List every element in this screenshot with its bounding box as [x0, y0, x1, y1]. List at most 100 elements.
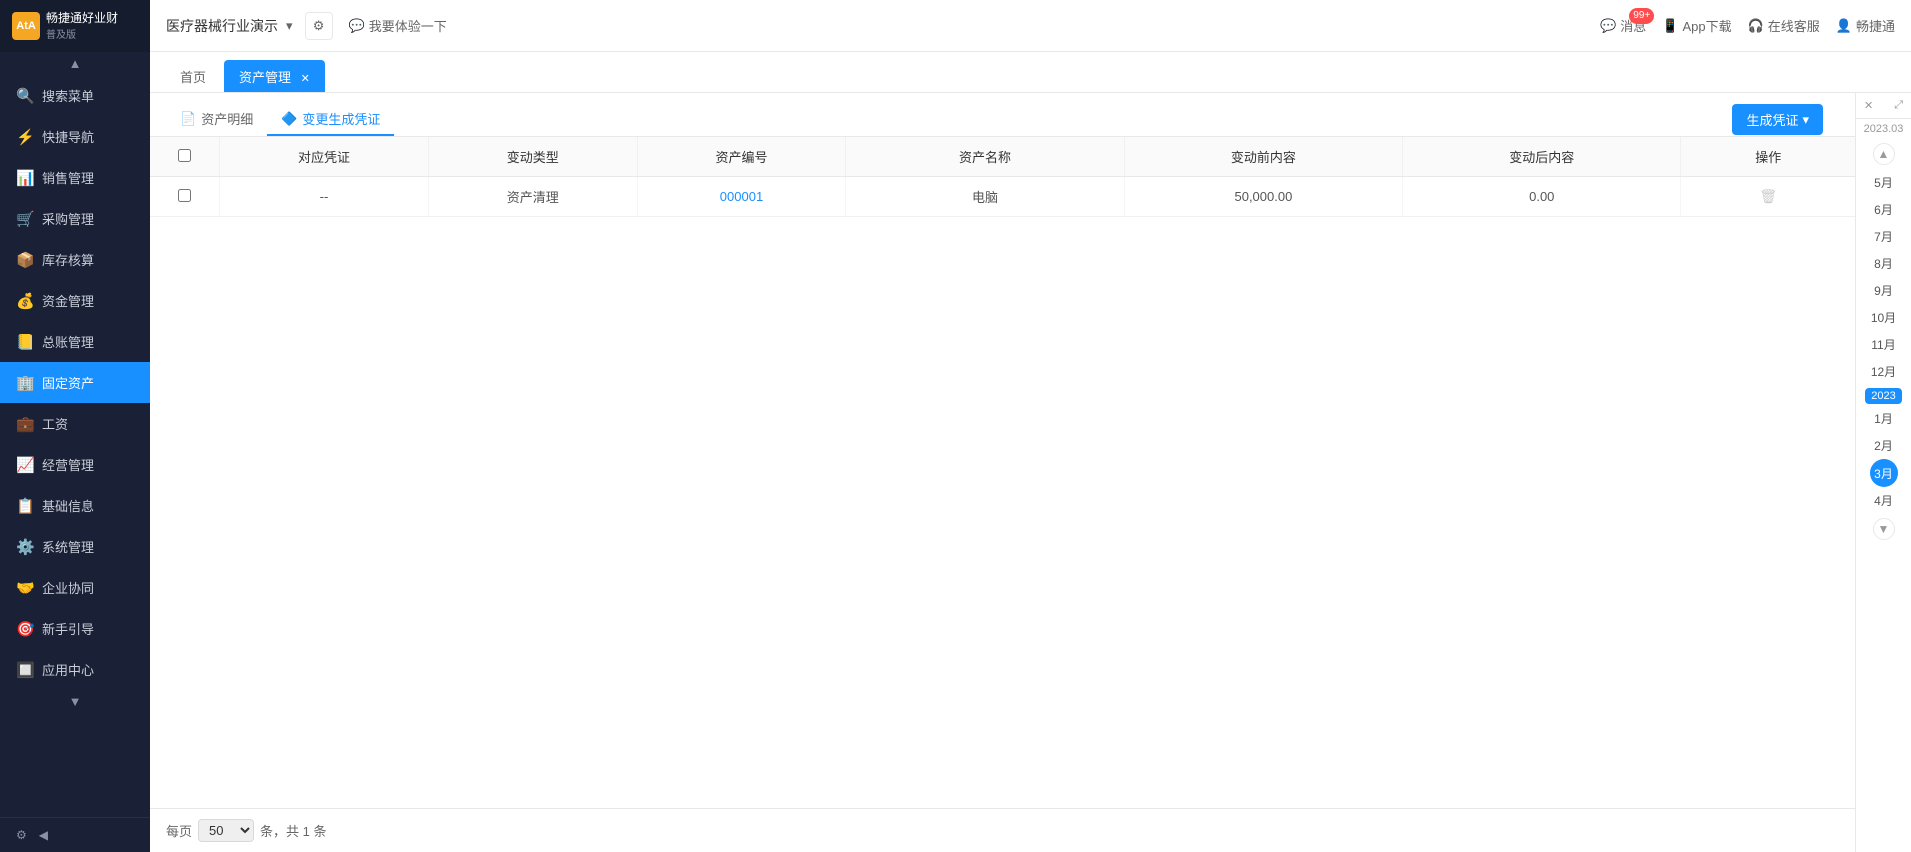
sidebar-item-fixed-assets[interactable]: 🏢固定资产	[0, 362, 150, 403]
sidebar-item-enterprise[interactable]: 🤝企业协同	[0, 567, 150, 608]
sidebar-label-funds: 资金管理	[42, 291, 94, 310]
tab-label: 资产管理	[239, 70, 291, 85]
right-panel-months: ▲5月6月7月8月9月10月11月12月20231月2月3月4月▼	[1856, 139, 1911, 852]
month-item[interactable]: 2月	[1856, 432, 1911, 459]
sidebar-item-funds[interactable]: 💰 资金管理	[0, 280, 150, 321]
sidebar-item-sales[interactable]: 📊销售管理	[0, 157, 150, 198]
tab-assets-mgmt[interactable]: 资产管理 ✕	[224, 60, 325, 92]
sidebar-icon-inventory: 📦	[16, 251, 34, 269]
generate-label: 生成凭证	[1746, 110, 1798, 129]
select-all-checkbox[interactable]	[178, 149, 191, 162]
month-item[interactable]: 4月	[1856, 487, 1911, 514]
col-header-before: 变动前内容	[1124, 137, 1402, 177]
sidebar-item-operations[interactable]: 📈 经营管理	[0, 444, 150, 485]
sidebar-label-inventory: 库存核算	[42, 250, 94, 269]
row-code-0: 000001	[637, 177, 846, 217]
experience-text: 我要体验一下	[369, 16, 447, 35]
month-item[interactable]: 1月	[1856, 405, 1911, 432]
month-item[interactable]: 9月	[1856, 277, 1911, 304]
scroll-up-btn[interactable]: ▲	[0, 52, 150, 75]
sidebar-icon-purchase: 🛒	[16, 210, 34, 228]
sidebar-icon-payroll: 💼	[16, 415, 34, 433]
month-item[interactable]: 6月	[1856, 196, 1911, 223]
dropdown-icon: ▾	[286, 18, 293, 34]
scroll-down-month-btn[interactable]: ▼	[1873, 518, 1895, 540]
scroll-down-btn[interactable]: ▼	[0, 690, 150, 713]
month-item[interactable]: 7月	[1856, 223, 1911, 250]
col-header-name: 资产名称	[846, 137, 1124, 177]
month-item[interactable]: 12月	[1856, 358, 1911, 385]
header: 医疗器械行业演示 ▾ ⚙ 💬 我要体验一下 💬 消息 99+ 📱 App下载 🎧…	[150, 0, 1911, 52]
delete-row-0-icon[interactable]: 🗑	[1759, 188, 1777, 204]
row-name-0: 电脑	[846, 177, 1124, 217]
tab-close-icon[interactable]: ✕	[301, 73, 310, 85]
sidebar-settings-icon[interactable]: ⚙	[16, 828, 27, 842]
generate-dropdown-icon: ▾	[1802, 112, 1809, 128]
sidebar: AtA 畅捷通好业财 普及版 ▲ 🔍搜索菜单⚡快捷导航📊销售管理🛒采购管理📦库存…	[0, 0, 150, 852]
header-right: 💬 消息 99+ 📱 App下载 🎧 在线客服 👤 畅捷通	[1600, 16, 1895, 35]
sidebar-label-quick-nav: 快捷导航	[42, 127, 94, 146]
sidebar-item-app-center[interactable]: 🔲应用中心	[0, 649, 150, 690]
table-wrapper: 对应凭证 变动类型 资产编号 资产名称 变动前内容 变动后内容 操作 -- 资产…	[150, 137, 1855, 808]
month-item[interactable]: 10月	[1856, 304, 1911, 331]
month-item-active[interactable]: 3月	[1870, 459, 1898, 487]
assets-table: 对应凭证 变动类型 资产编号 资产名称 变动前内容 变动后内容 操作 -- 资产…	[150, 137, 1855, 217]
sidebar-icon-sales: 📊	[16, 169, 34, 187]
assets-detail-label: 资产明细	[201, 109, 253, 128]
company-dropdown[interactable]: ▾	[286, 18, 293, 34]
experience-btn[interactable]: 💬 我要体验一下	[349, 16, 447, 35]
assets-detail-icon: 📄	[180, 111, 196, 127]
sidebar-item-quick-nav[interactable]: ⚡快捷导航	[0, 116, 150, 157]
panel-close-icon[interactable]: ✕	[1864, 99, 1873, 112]
panel-expand-icon[interactable]: ⤢	[1894, 99, 1903, 112]
sidebar-item-guide[interactable]: 🎯新手引导	[0, 608, 150, 649]
row-voucher-0: --	[220, 177, 429, 217]
month-item[interactable]: 8月	[1856, 250, 1911, 277]
sidebar-label-fixed-assets: 固定资产	[42, 373, 94, 392]
sidebar-collapse-icon[interactable]: ◀	[39, 828, 48, 842]
sidebar-label-ledger: 总账管理	[42, 332, 94, 351]
col-header-after: 变动后内容	[1403, 137, 1681, 177]
sidebar-item-purchase[interactable]: 🛒 采购管理	[0, 198, 150, 239]
month-item[interactable]: 11月	[1856, 331, 1911, 358]
content-inner: 📄 资产明细 🔷 变更生成凭证 生成凭证 ▾	[150, 93, 1855, 852]
sidebar-label-search: 搜索菜单	[42, 86, 94, 105]
message-icon: 💬	[1600, 18, 1616, 34]
month-item[interactable]: 5月	[1856, 169, 1911, 196]
row-before-0: 50,000.00	[1124, 177, 1402, 217]
sidebar-icon-operations: 📈	[16, 456, 34, 474]
col-header-check	[150, 137, 220, 177]
sidebar-item-basic-info[interactable]: 📋基础信息	[0, 485, 150, 526]
sub-tab-assets-detail[interactable]: 📄 资产明细	[166, 103, 267, 136]
sidebar-label-enterprise: 企业协同	[42, 578, 94, 597]
generate-voucher-btn[interactable]: 生成凭证 ▾	[1732, 104, 1823, 135]
sidebar-icon-funds: 💰	[16, 292, 34, 310]
sidebar-item-ledger[interactable]: 📒总账管理	[0, 321, 150, 362]
sidebar-label-purchase: 采购管理	[42, 209, 94, 228]
app-download-btn[interactable]: 📱 App下载	[1662, 16, 1731, 35]
sidebar-item-search[interactable]: 🔍搜索菜单	[0, 75, 150, 116]
right-panel-header: ✕ ⤢	[1856, 93, 1911, 119]
tab-home[interactable]: 首页	[166, 61, 220, 92]
message-btn[interactable]: 💬 消息 99+	[1600, 16, 1646, 35]
row-checkbox-0[interactable]	[178, 189, 191, 202]
col-header-voucher: 对应凭证	[220, 137, 429, 177]
user-icon: 👤	[1836, 18, 1852, 34]
experience-icon: 💬	[349, 18, 365, 34]
sidebar-label-system: 系统管理	[42, 537, 94, 556]
table-row: -- 资产清理 000001 电脑 50,000.00 0.00 🗑	[150, 177, 1855, 217]
sidebar-item-inventory[interactable]: 📦 库存核算	[0, 239, 150, 280]
row-op-0: 🗑	[1681, 177, 1855, 217]
user-btn[interactable]: 👤 畅捷通	[1836, 16, 1895, 35]
sidebar-item-system[interactable]: ⚙️系统管理	[0, 526, 150, 567]
sidebar-bottom: ⚙ ◀	[0, 817, 150, 852]
col-header-type: 变动类型	[428, 137, 637, 177]
sidebar-label-operations: 经营管理	[42, 455, 94, 474]
scroll-up-month-btn[interactable]: ▲	[1873, 143, 1895, 165]
col-header-op: 操作	[1681, 137, 1855, 177]
sidebar-item-payroll[interactable]: 💼工资	[0, 403, 150, 444]
service-btn[interactable]: 🎧 在线客服	[1748, 16, 1820, 35]
header-settings-btn[interactable]: ⚙	[305, 12, 333, 40]
per-page-select[interactable]: 50 10 20 100	[198, 819, 254, 842]
sub-tab-change-voucher[interactable]: 🔷 变更生成凭证	[267, 103, 394, 136]
